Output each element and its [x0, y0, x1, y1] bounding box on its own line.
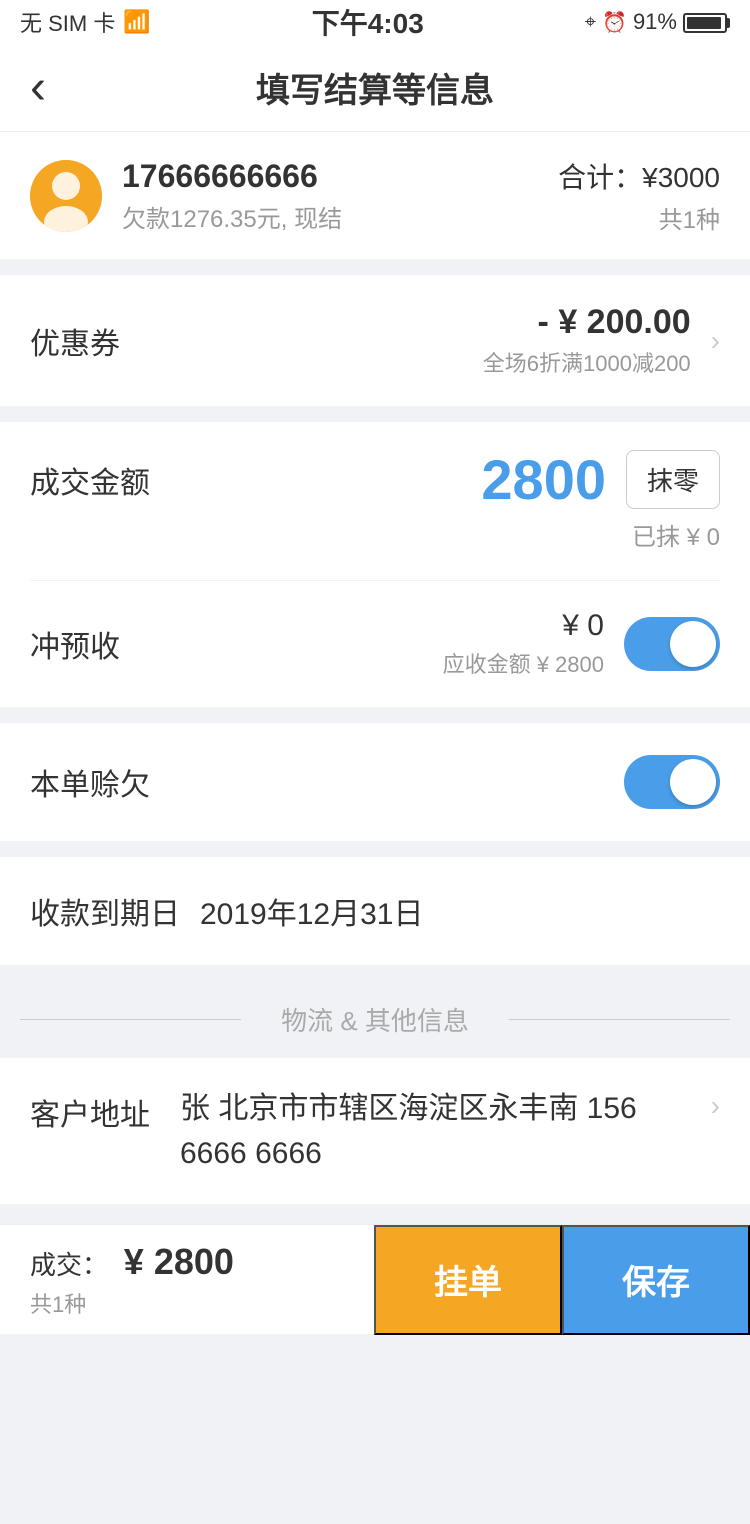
customer-left: 17666666666 欠款1276.35元, 现结 — [30, 158, 342, 234]
bottom-deal-label: 成交： — [30, 1250, 108, 1280]
total-count: 共1种 — [558, 200, 720, 235]
debt-label: 本单赊欠 — [30, 760, 150, 804]
deal-right: 2800 抹零 — [481, 450, 720, 509]
avatar — [30, 160, 102, 232]
coupon-discount: - ¥ 200.00 — [483, 303, 691, 342]
deal-row: 成交金额 2800 抹零 — [30, 450, 720, 509]
customer-phone: 17666666666 — [122, 158, 342, 195]
deal-label: 成交金额 — [30, 458, 150, 502]
avatar-icon — [30, 160, 102, 232]
address-arrow-icon: › — [711, 1086, 720, 1122]
debt-row: 本单赊欠 — [0, 723, 750, 841]
prepay-value: ¥ 0 — [443, 609, 604, 643]
bottom-deal-row: 成交： ¥ 2800 — [30, 1241, 344, 1283]
deal-amount-value: 2800 — [481, 452, 606, 508]
bottom-bar: 成交： ¥ 2800 共1种 挂单 保存 — [0, 1224, 750, 1334]
prepay-sub: 应收金额 ¥ 2800 — [443, 647, 604, 679]
logistics-line-left — [20, 1019, 241, 1020]
status-right: ⌖ ⏰ 91% — [585, 8, 730, 36]
prepay-row: 冲预收 ¥ 0 应收金额 ¥ 2800 — [0, 581, 750, 707]
deal-sub-text: 已抹 ¥ 0 — [632, 524, 720, 551]
save-button[interactable]: 保存 — [562, 1225, 750, 1335]
round-zero-button[interactable]: 抹零 — [626, 450, 720, 509]
debt-toggle[interactable] — [624, 755, 720, 809]
toggle-thumb — [670, 621, 716, 667]
logistics-title: 物流 & 其他信息 — [281, 1001, 469, 1038]
prepay-toggle[interactable] — [624, 617, 720, 671]
total-amount: 合计：¥3000 — [558, 156, 720, 196]
prepay-amount: ¥ 0 应收金额 ¥ 2800 — [443, 609, 604, 679]
bottom-count: 共1种 — [30, 1287, 344, 1319]
customer-row: 17666666666 欠款1276.35元, 现结 合计：¥3000 共1种 — [0, 132, 750, 259]
customer-total: 合计：¥3000 共1种 — [558, 156, 720, 235]
alarm-icon: ⏰ — [602, 10, 627, 35]
coupon-right: - ¥ 200.00 全场6折满1000减200 › — [483, 303, 720, 378]
no-sim-text: 无 SIM 卡 — [20, 6, 115, 38]
bottom-total: 成交： ¥ 2800 共1种 — [0, 1241, 374, 1319]
coupon-row[interactable]: 优惠券 - ¥ 200.00 全场6折满1000减200 › — [0, 275, 750, 406]
prepay-label: 冲预收 — [30, 622, 120, 666]
address-label: 客户地址 — [30, 1086, 150, 1134]
address-row[interactable]: 客户地址 张 北京市市辖区海淀区永丰南 156 6666 6666 › — [0, 1058, 750, 1204]
coupon-arrow-icon: › — [711, 325, 720, 357]
location-icon: ⌖ — [585, 11, 596, 34]
bottom-deal-amount: ¥ 2800 — [124, 1241, 234, 1282]
duedate-row: 收款到期日 2019年12月31日 — [0, 857, 750, 965]
deal-sub: 已抹 ¥ 0 — [30, 517, 720, 552]
coupon-right-col: - ¥ 200.00 全场6折满1000减200 — [483, 303, 691, 378]
wifi-icon: 📶 — [123, 9, 150, 35]
hang-order-button[interactable]: 挂单 — [374, 1225, 562, 1335]
duedate-label: 收款到期日 — [30, 889, 180, 933]
nav-bar: ‹ 填写结算等信息 — [0, 44, 750, 132]
coupon-label: 优惠券 — [30, 319, 120, 363]
status-left: 无 SIM 卡 📶 — [20, 6, 151, 38]
customer-debt: 欠款1276.35元, 现结 — [122, 199, 342, 234]
logistics-header: 物流 & 其他信息 — [0, 981, 750, 1058]
back-button[interactable]: ‹ — [30, 60, 90, 115]
debt-toggle-thumb — [670, 759, 716, 805]
coupon-desc: 全场6折满1000减200 — [483, 346, 691, 378]
battery-icon — [683, 8, 730, 36]
address-value: 张 北京市市辖区海淀区永丰南 156 6666 6666 — [180, 1086, 701, 1176]
status-time: 下午4:03 — [312, 2, 424, 42]
status-bar: 无 SIM 卡 📶 下午4:03 ⌖ ⏰ 91% — [0, 0, 750, 44]
deal-amount-row: 成交金额 2800 抹零 已抹 ¥ 0 — [0, 422, 750, 580]
page-title: 填写结算等信息 — [256, 63, 494, 112]
logistics-line-right — [509, 1019, 730, 1020]
battery-percent: 91% — [633, 9, 677, 35]
customer-info: 17666666666 欠款1276.35元, 现结 — [122, 158, 342, 234]
duedate-value: 2019年12月31日 — [200, 889, 423, 933]
deal-section: 成交金额 2800 抹零 已抹 ¥ 0 冲预收 ¥ 0 应收金额 ¥ 2800 — [0, 422, 750, 707]
prepay-right: ¥ 0 应收金额 ¥ 2800 — [443, 609, 720, 679]
